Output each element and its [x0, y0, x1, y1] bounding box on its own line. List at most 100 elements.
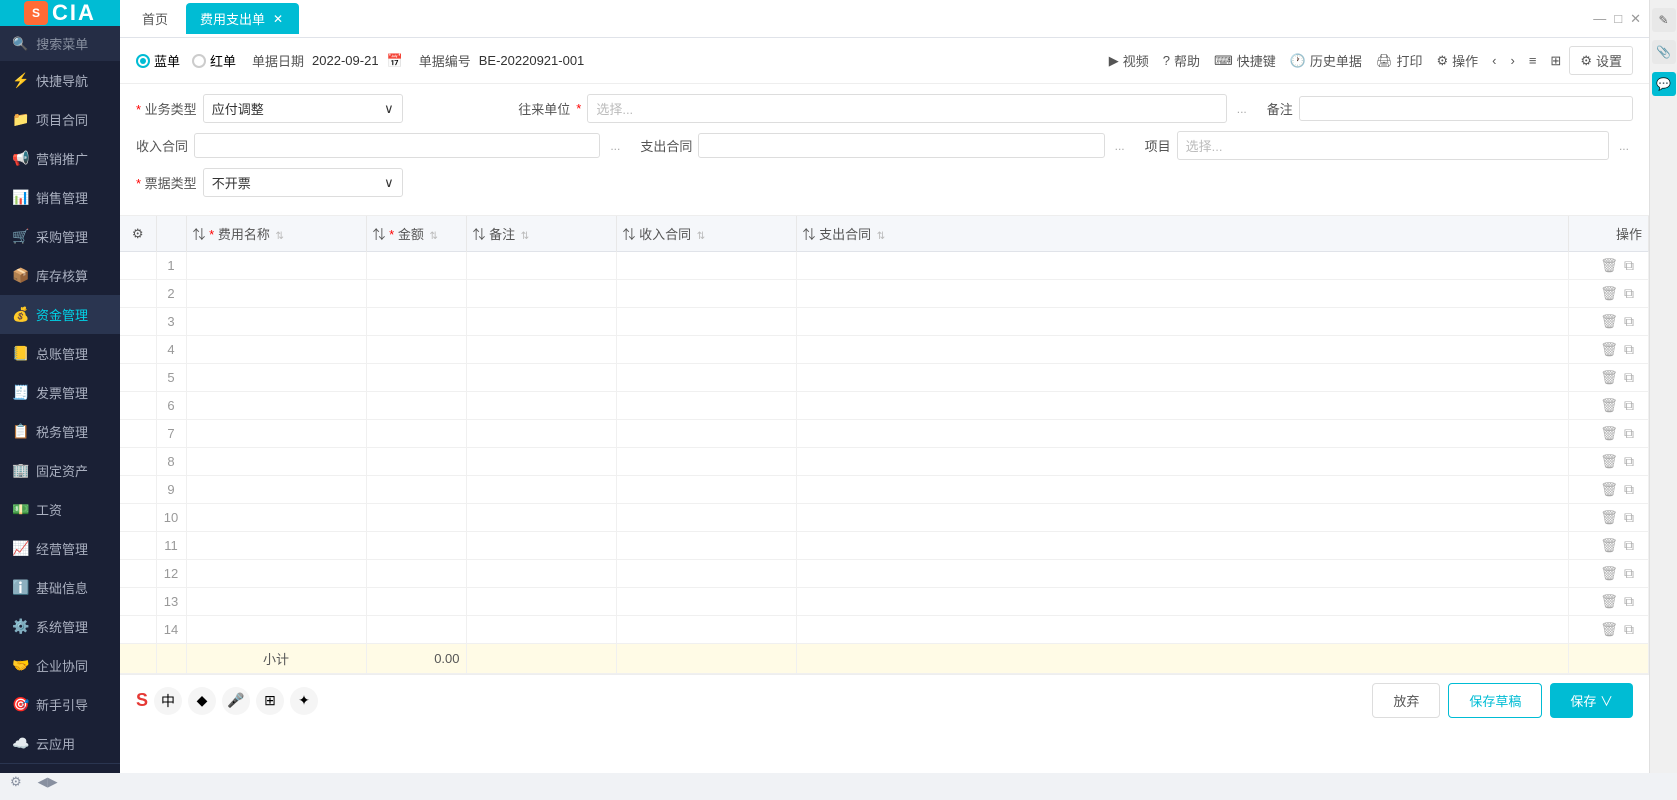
row-amount-8[interactable]: [366, 448, 466, 476]
row-expense-name-13[interactable]: [186, 588, 366, 616]
sidebar-search[interactable]: 🔍 搜索菜单: [0, 26, 120, 61]
sidebar-item-ops-mgmt[interactable]: 📈经营管理: [0, 529, 120, 568]
th-expense-name[interactable]: ⇅ * 费用名称 ⇅: [186, 216, 366, 252]
list-view-btn[interactable]: ≡: [1523, 50, 1543, 71]
income-arrows[interactable]: ⇅: [697, 231, 705, 242]
row-income-contract-12[interactable]: [616, 560, 796, 588]
amount-arrows[interactable]: ⇅: [429, 231, 437, 242]
row-expense-contract-6[interactable]: [796, 392, 1569, 420]
save-draft-button[interactable]: 保存草稿: [1448, 683, 1542, 718]
sidebar-item-fixed-assets[interactable]: 🏢固定资产: [0, 451, 120, 490]
row-delete-7[interactable]: 🗑: [1600, 425, 1618, 442]
row-expense-name-6[interactable]: [186, 392, 366, 420]
th-expense-contract[interactable]: ⇅ 支出合同 ⇅: [796, 216, 1569, 252]
row-expense-contract-8[interactable]: [796, 448, 1569, 476]
right-edit-btn[interactable]: ✎: [1652, 8, 1676, 32]
row-copy-8[interactable]: ⧉: [1624, 453, 1634, 470]
row-amount-14[interactable]: [366, 616, 466, 644]
row-copy-3[interactable]: ⧉: [1624, 313, 1634, 330]
history-btn[interactable]: 🕐 历史单据: [1284, 48, 1368, 73]
row-delete-8[interactable]: 🗑: [1600, 453, 1618, 470]
row-copy-12[interactable]: ⧉: [1624, 565, 1634, 582]
business-type-select[interactable]: 应付调整 ∨: [203, 94, 403, 123]
chinese-icon[interactable]: 中: [154, 687, 182, 715]
row-income-contract-11[interactable]: [616, 532, 796, 560]
row-income-contract-1[interactable]: [616, 252, 796, 280]
row-note-7[interactable]: [466, 420, 616, 448]
row-note-10[interactable]: [466, 504, 616, 532]
row-expense-contract-2[interactable]: [796, 280, 1569, 308]
row-copy-11[interactable]: ⧉: [1624, 537, 1634, 554]
calendar-icon[interactable]: 📅: [387, 53, 403, 69]
shortcut-btn[interactable]: ⌨ 快捷键: [1208, 48, 1282, 73]
row-delete-9[interactable]: 🗑: [1600, 481, 1618, 498]
star-icon[interactable]: ✦: [290, 687, 318, 715]
sidebar-item-sales-mgmt[interactable]: 📊销售管理: [0, 178, 120, 217]
tab-expense-close[interactable]: ✕: [271, 12, 285, 26]
row-expense-name-14[interactable]: [186, 616, 366, 644]
row-expense-contract-4[interactable]: [796, 336, 1569, 364]
row-income-contract-8[interactable]: [616, 448, 796, 476]
ops-btn[interactable]: ⚙ 操作: [1430, 48, 1484, 73]
row-delete-12[interactable]: 🗑: [1600, 565, 1618, 582]
tab-expense[interactable]: 费用支出单 ✕: [186, 3, 299, 34]
row-copy-9[interactable]: ⧉: [1624, 481, 1634, 498]
row-amount-3[interactable]: [366, 308, 466, 336]
row-expense-name-9[interactable]: [186, 476, 366, 504]
row-expense-contract-1[interactable]: [796, 252, 1569, 280]
row-delete-4[interactable]: 🗑: [1600, 341, 1618, 358]
row-amount-4[interactable]: [366, 336, 466, 364]
help-btn[interactable]: ? 帮助: [1157, 48, 1206, 73]
row-expense-name-3[interactable]: [186, 308, 366, 336]
row-expense-name-10[interactable]: [186, 504, 366, 532]
row-expense-name-12[interactable]: [186, 560, 366, 588]
number-value[interactable]: BE-20220921-001: [479, 53, 585, 68]
row-copy-7[interactable]: ⧉: [1624, 425, 1634, 442]
row-delete-14[interactable]: 🗑: [1600, 621, 1618, 638]
nav-next-btn[interactable]: ›: [1504, 50, 1520, 71]
row-delete-11[interactable]: 🗑: [1600, 537, 1618, 554]
project-more[interactable]: ...: [1615, 139, 1633, 153]
invoice-type-select[interactable]: 不开票 ∨: [203, 168, 403, 197]
maximize-btn[interactable]: □: [1614, 11, 1622, 26]
row-expense-contract-11[interactable]: [796, 532, 1569, 560]
sidebar-item-sys-mgmt[interactable]: ⚙️系统管理: [0, 607, 120, 646]
sidebar-item-new-guide[interactable]: 🎯新手引导: [0, 685, 120, 724]
row-note-8[interactable]: [466, 448, 616, 476]
mic-icon[interactable]: 🎤: [222, 687, 250, 715]
print-btn[interactable]: 🖨 打印: [1370, 48, 1429, 73]
row-amount-7[interactable]: [366, 420, 466, 448]
table-settings-icon[interactable]: ⚙: [132, 226, 144, 241]
sidebar-item-cloud-apps[interactable]: ☁️云应用: [0, 724, 120, 763]
nav-prev-btn[interactable]: ‹: [1486, 50, 1502, 71]
settings-icon[interactable]: ⚙: [10, 774, 22, 790]
row-copy-13[interactable]: ⧉: [1624, 593, 1634, 610]
date-value[interactable]: 2022-09-21: [312, 53, 379, 68]
income-contract-more[interactable]: ...: [606, 139, 624, 153]
row-income-contract-10[interactable]: [616, 504, 796, 532]
row-delete-10[interactable]: 🗑: [1600, 509, 1618, 526]
row-expense-contract-13[interactable]: [796, 588, 1569, 616]
row-income-contract-14[interactable]: [616, 616, 796, 644]
row-expense-contract-9[interactable]: [796, 476, 1569, 504]
settings-btn[interactable]: ⚙ 设置: [1569, 46, 1633, 75]
radio-blue[interactable]: 蓝单: [136, 51, 180, 70]
grid-view-btn[interactable]: ⊞: [1544, 50, 1567, 72]
row-expense-contract-5[interactable]: [796, 364, 1569, 392]
sidebar-item-project-contract[interactable]: 📁项目合同: [0, 100, 120, 139]
row-expense-contract-12[interactable]: [796, 560, 1569, 588]
th-settings[interactable]: ⚙: [120, 216, 156, 252]
partner-select[interactable]: 选择...: [587, 94, 1226, 123]
row-delete-6[interactable]: 🗑: [1600, 397, 1618, 414]
row-expense-name-7[interactable]: [186, 420, 366, 448]
row-amount-5[interactable]: [366, 364, 466, 392]
row-expense-name-1[interactable]: [186, 252, 366, 280]
partner-more[interactable]: ...: [1233, 102, 1251, 116]
row-note-12[interactable]: [466, 560, 616, 588]
row-copy-5[interactable]: ⧉: [1624, 369, 1634, 386]
row-note-14[interactable]: [466, 616, 616, 644]
note-input[interactable]: [1299, 96, 1633, 121]
row-income-contract-2[interactable]: [616, 280, 796, 308]
expense-arrows[interactable]: ⇅: [877, 231, 885, 242]
sidebar-item-payroll[interactable]: 💵工资: [0, 490, 120, 529]
